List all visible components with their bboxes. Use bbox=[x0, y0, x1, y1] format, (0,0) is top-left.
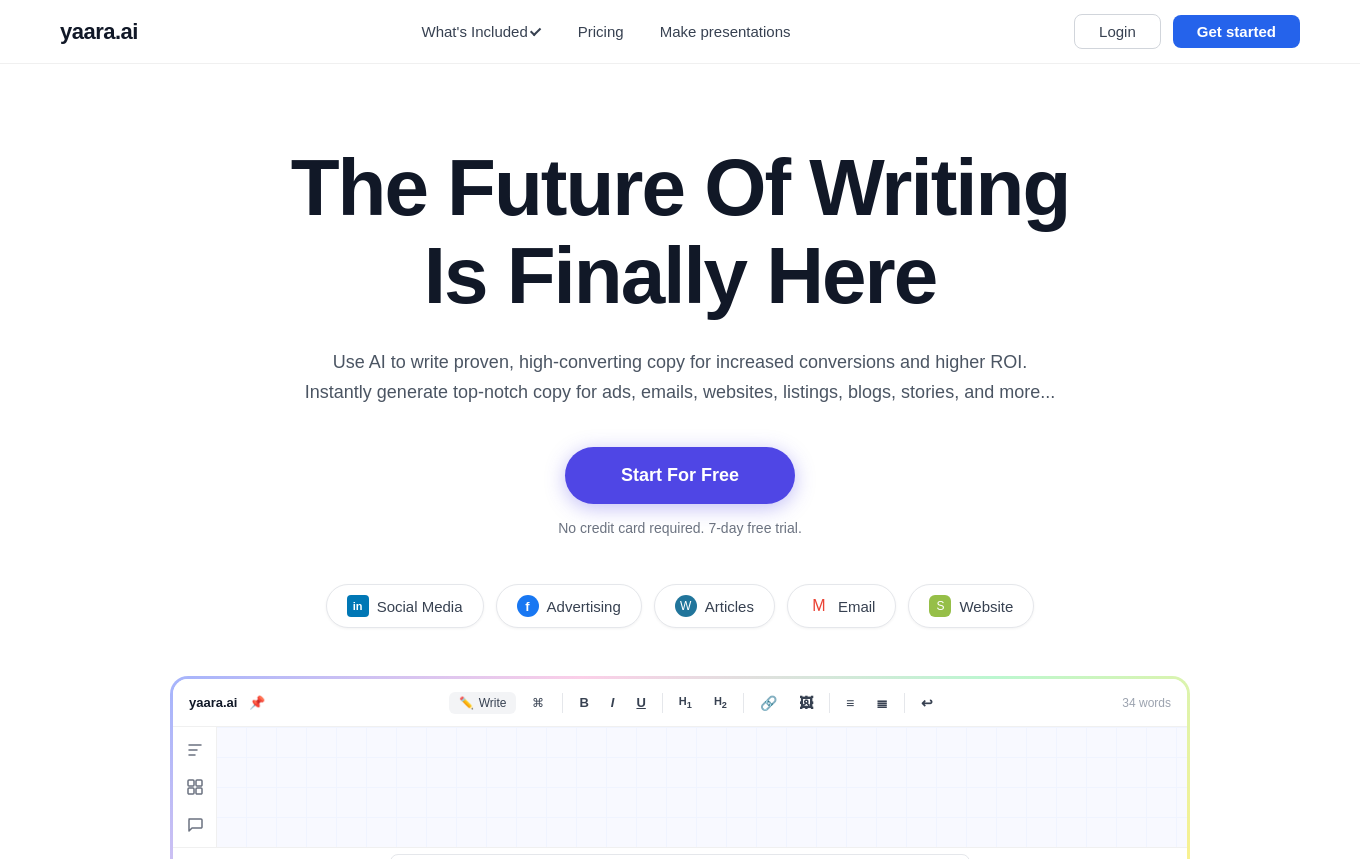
toolbar-right: 34 words bbox=[1122, 696, 1171, 710]
pin-icon[interactable]: 📌 bbox=[247, 693, 267, 713]
toolbar-divider-2 bbox=[662, 693, 663, 713]
hero-subtitle: Use AI to write proven, high-converting … bbox=[300, 348, 1060, 407]
app-bottom-bar bbox=[173, 847, 1187, 859]
app-preview-wrapper: yaara.ai 📌 ✏️ Write ⌘ B I U H1 H2 bbox=[170, 676, 1190, 859]
shortcut-button[interactable]: ⌘ bbox=[522, 692, 554, 714]
gmail-icon: M bbox=[808, 595, 830, 617]
pill-label-articles: Articles bbox=[705, 598, 754, 615]
facebook-icon: f bbox=[517, 595, 539, 617]
login-button[interactable]: Login bbox=[1074, 14, 1161, 49]
logo: yaara.ai bbox=[60, 19, 138, 45]
toolbar-divider-5 bbox=[904, 693, 905, 713]
pill-label-website: Website bbox=[959, 598, 1013, 615]
underline-button[interactable]: U bbox=[628, 691, 653, 714]
link-button[interactable]: 🔗 bbox=[752, 691, 785, 715]
toolbar-left: yaara.ai 📌 bbox=[189, 693, 267, 713]
pill-advertising[interactable]: f Advertising bbox=[496, 584, 642, 628]
image-button[interactable]: 🖼 bbox=[791, 691, 821, 715]
nav-pricing[interactable]: Pricing bbox=[578, 23, 624, 40]
nav-links: What's Included Pricing Make presentatio… bbox=[422, 23, 791, 40]
pill-email[interactable]: M Email bbox=[787, 584, 897, 628]
svg-rect-3 bbox=[196, 788, 202, 794]
app-toolbar: yaara.ai 📌 ✏️ Write ⌘ B I U H1 H2 bbox=[173, 679, 1187, 727]
hero-title: The Future Of Writing Is Finally Here bbox=[291, 144, 1070, 320]
svg-rect-1 bbox=[196, 780, 202, 786]
wordpress-icon: W bbox=[675, 595, 697, 617]
pill-social-media[interactable]: in Social Media bbox=[326, 584, 484, 628]
h2-button[interactable]: H2 bbox=[706, 691, 735, 714]
pill-label-social-media: Social Media bbox=[377, 598, 463, 615]
bullet-list-button[interactable]: ≡ bbox=[838, 691, 862, 715]
undo-button[interactable]: ↩ bbox=[913, 691, 941, 715]
bold-button[interactable]: B bbox=[571, 691, 596, 714]
nav-whats-included[interactable]: What's Included bbox=[422, 23, 542, 40]
pill-articles[interactable]: W Articles bbox=[654, 584, 775, 628]
app-text-input[interactable] bbox=[390, 854, 970, 859]
nav-make-presentations[interactable]: Make presentations bbox=[660, 23, 791, 40]
linkedin-icon: in bbox=[347, 595, 369, 617]
shopify-icon: S bbox=[929, 595, 951, 617]
sidebar-tool-grid[interactable] bbox=[181, 777, 209, 798]
toolbar-divider-4 bbox=[829, 693, 830, 713]
sidebar-tool-text[interactable] bbox=[181, 739, 209, 760]
chevron-down-icon bbox=[530, 24, 541, 35]
hero-note: No credit card required. 7-day free tria… bbox=[558, 520, 802, 536]
write-button[interactable]: ✏️ Write bbox=[449, 692, 517, 714]
pill-label-email: Email bbox=[838, 598, 876, 615]
navbar: yaara.ai What's Included Pricing Make pr… bbox=[0, 0, 1360, 64]
get-started-button[interactable]: Get started bbox=[1173, 15, 1300, 48]
app-logo-small: yaara.ai bbox=[189, 695, 237, 710]
sidebar-tool-chat[interactable] bbox=[181, 814, 209, 835]
app-content-area bbox=[173, 727, 1187, 847]
pencil-icon: ✏️ bbox=[459, 696, 474, 710]
numbered-list-button[interactable]: ≣ bbox=[868, 691, 896, 715]
app-preview: yaara.ai 📌 ✏️ Write ⌘ B I U H1 H2 bbox=[173, 679, 1187, 859]
svg-rect-2 bbox=[188, 788, 194, 794]
app-main-content bbox=[217, 727, 1187, 847]
category-pills: in Social Media f Advertising W Articles… bbox=[326, 584, 1035, 628]
h1-button[interactable]: H1 bbox=[671, 691, 700, 714]
toolbar-divider-1 bbox=[562, 693, 563, 713]
toolbar-divider-3 bbox=[743, 693, 744, 713]
hero-section: The Future Of Writing Is Finally Here Us… bbox=[0, 64, 1360, 859]
svg-rect-0 bbox=[188, 780, 194, 786]
cta-button[interactable]: Start For Free bbox=[565, 447, 795, 504]
nav-actions: Login Get started bbox=[1074, 14, 1300, 49]
pill-label-advertising: Advertising bbox=[547, 598, 621, 615]
toolbar-center: ✏️ Write ⌘ B I U H1 H2 🔗 🖼 ≡ ≣ bbox=[449, 691, 941, 715]
italic-button[interactable]: I bbox=[603, 691, 623, 714]
pill-website[interactable]: S Website bbox=[908, 584, 1034, 628]
app-sidebar bbox=[173, 727, 217, 847]
